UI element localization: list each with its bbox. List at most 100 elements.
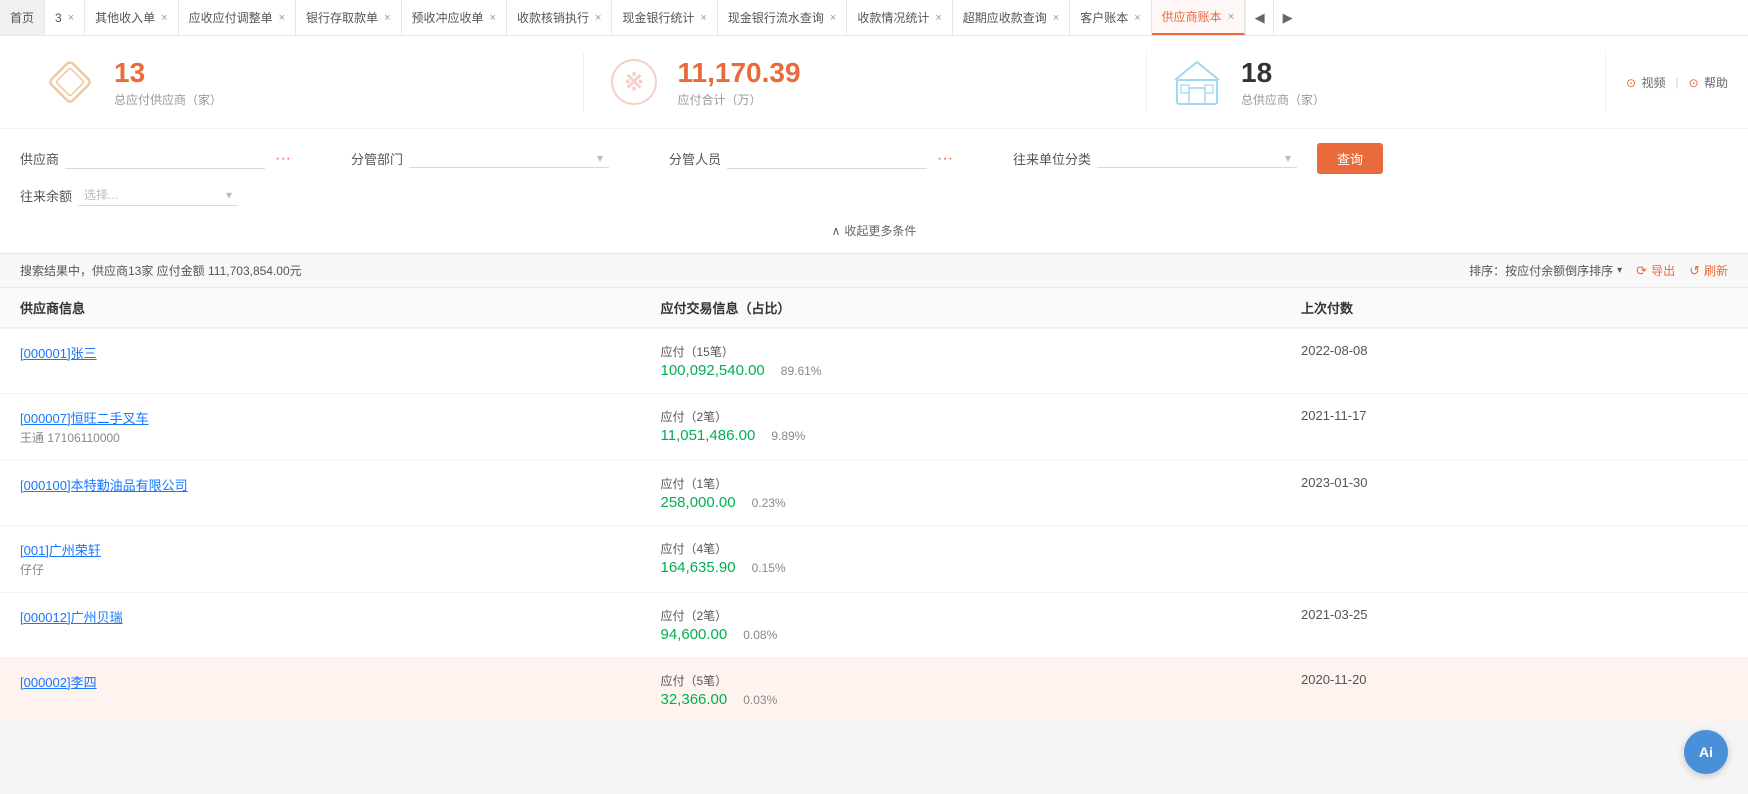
filter-supplier: 供应商 ··· <box>20 149 291 169</box>
table-row: [000007]恒旺二手叉车 王通 17106110000 应付（2笔） 11,… <box>0 394 1748 461</box>
filter-person: 分管人员 ··· <box>669 149 953 169</box>
refresh-icon: ↺ <box>1689 263 1700 279</box>
nav-tab-customer-ledger[interactable]: 客户账本 × <box>1070 0 1151 35</box>
asterisk-icon: ※ <box>604 52 664 112</box>
summary-total-suppliers: 18 总供应商（家） <box>1147 52 1606 112</box>
tx-amount[interactable]: 258,000.00 <box>661 494 736 511</box>
nav-tab-receipt-verify-close[interactable]: × <box>595 12 601 24</box>
supplier-link[interactable]: [001]广州荣轩 <box>20 543 101 558</box>
supplier-link[interactable]: [000012]广州贝瑞 <box>20 610 123 625</box>
nav-arrow-right[interactable]: ▶ <box>1273 0 1301 35</box>
nav-arrow-left[interactable]: ◀ <box>1245 0 1273 35</box>
nav-tab-overdue-ar[interactable]: 超期应收款查询 × <box>953 0 1070 35</box>
nav-tab-3-close[interactable]: × <box>68 12 74 24</box>
person-dots[interactable]: ··· <box>937 150 953 168</box>
query-button[interactable]: 查询 <box>1317 143 1383 174</box>
supplier-link[interactable]: [000002]李四 <box>20 675 97 690</box>
table-row: [000012]广州贝瑞 应付（2笔） 94,600.00 0.08% 2021… <box>0 593 1748 658</box>
tx-amount[interactable]: 94,600.00 <box>661 626 728 643</box>
nav-tab-other-income-close[interactable]: × <box>161 12 167 24</box>
tx-amount[interactable]: 100,092,540.00 <box>661 362 765 379</box>
nav-tab-prepay-charge[interactable]: 预收冲应收单 × <box>402 0 507 35</box>
last-pay-cell: 2023-01-30 <box>1301 475 1728 490</box>
col-tx-info: 应付交易信息（占比） <box>661 298 1302 317</box>
tx-cell: 应付（1笔） 258,000.00 0.23% <box>661 475 1302 511</box>
collapse-button[interactable]: ∧ 收起更多条件 <box>20 216 1728 245</box>
summary-total-suppliers-text: 18 总供应商（家） <box>1241 56 1325 109</box>
supplier-cell: [000002]李四 <box>20 672 661 691</box>
last-pay-cell: 2021-03-25 <box>1301 607 1728 622</box>
nav-tab-bank-deposit-close[interactable]: × <box>384 12 390 24</box>
top-nav: 首页 3 × 其他收入单 × 应收应付调整单 × 银行存取款单 × 预收冲应收单… <box>0 0 1748 36</box>
nav-tab-receipt-verify[interactable]: 收款核销执行 × <box>507 0 612 35</box>
help-link[interactable]: ⊙ 帮助 <box>1689 74 1728 91</box>
table-row: [001]广州荣轩 仔仔 应付（4笔） 164,635.90 0.15% <box>0 526 1748 593</box>
nav-tab-receipt-stat-close[interactable]: × <box>935 12 941 24</box>
filter-balance: 往来余额 选择... ▾ <box>20 184 238 206</box>
nav-tab-customer-ledger-close[interactable]: × <box>1134 12 1140 24</box>
supplier-input[interactable] <box>65 149 265 169</box>
summary-bar: 13 总应付供应商（家） ※ 11,170.39 应付合计（万） <box>0 36 1748 129</box>
person-input[interactable] <box>727 149 927 169</box>
nav-tab-receipt-stat[interactable]: 收款情况统计 × <box>847 0 952 35</box>
nav-tab-3[interactable]: 3 × <box>45 0 85 35</box>
nav-tab-ar-ap-adjust-close[interactable]: × <box>279 12 285 24</box>
supplier-link[interactable]: [000007]恒旺二手叉车 <box>20 411 149 426</box>
result-bar: 搜索结果中，供应商13家 应付金额 111,703,854.00元 排序：按应付… <box>0 254 1748 288</box>
export-icon: ⟳ <box>1636 263 1647 279</box>
supplier-cell: [000100]本特勤油品有限公司 <box>20 475 661 494</box>
col-last-pay: 上次付数 <box>1301 298 1728 317</box>
nav-tab-other-income[interactable]: 其他收入单 × <box>85 0 178 35</box>
summary-payable-suppliers: 13 总应付供应商（家） <box>20 52 584 112</box>
nav-tab-supplier-ledger-close[interactable]: × <box>1228 11 1234 23</box>
video-link[interactable]: ⊙ 视频 <box>1626 74 1665 91</box>
filter-row-1: 供应商 ··· 分管部门 ▾ 分管人员 ··· 往来单位分类 ▾ 查询 <box>20 143 1728 174</box>
nav-tab-cash-bank-stat-close[interactable]: × <box>700 12 706 24</box>
sort-select[interactable]: 排序：按应付余额倒序排序 ▾ <box>1469 262 1622 279</box>
table-header: 供应商信息 应付交易信息（占比） 上次付数 <box>0 288 1748 329</box>
diamond-icon <box>40 52 100 112</box>
balance-select[interactable]: 选择... ▾ <box>78 184 238 206</box>
nav-tab-overdue-ar-close[interactable]: × <box>1053 12 1059 24</box>
summary-payable-total: ※ 11,170.39 应付合计（万） <box>584 52 1148 112</box>
supplier-link[interactable]: [000001]张三 <box>20 346 97 361</box>
filter-dept: 分管部门 ▾ <box>351 149 609 168</box>
link-divider: | <box>1675 75 1678 89</box>
supplier-dots[interactable]: ··· <box>275 150 291 168</box>
last-pay-cell: 2022-08-08 <box>1301 343 1728 358</box>
table-row: [000001]张三 应付（15笔） 100,092,540.00 89.61%… <box>0 329 1748 394</box>
tx-amount[interactable]: 11,051,486.00 <box>661 427 756 444</box>
supplier-cell: [000007]恒旺二手叉车 王通 17106110000 <box>20 408 661 446</box>
svg-text:※: ※ <box>623 69 643 96</box>
filter-category: 往来单位分类 ▾ <box>1013 149 1297 168</box>
nav-tab-cash-bank-flow[interactable]: 现金银行流水查询 × <box>718 0 847 35</box>
supplier-cell: [000001]张三 <box>20 343 661 362</box>
nav-tab-prepay-charge-close[interactable]: × <box>490 12 496 24</box>
nav-tab-supplier-ledger[interactable]: 供应商账本 × <box>1152 0 1245 35</box>
table-area: 供应商信息 应付交易信息（占比） 上次付数 [000001]张三 应付（15笔）… <box>0 288 1748 723</box>
refresh-button[interactable]: ↺ 刷新 <box>1689 262 1728 279</box>
tx-amount[interactable]: 32,366.00 <box>661 691 728 708</box>
nav-tab-home[interactable]: 首页 <box>0 0 45 35</box>
ai-button[interactable]: Ai <box>1684 730 1728 774</box>
tx-cell: 应付（2笔） 11,051,486.00 9.89% <box>661 408 1302 444</box>
export-button[interactable]: ⟳ 导出 <box>1636 262 1675 279</box>
nav-tab-cash-bank-flow-close[interactable]: × <box>830 12 836 24</box>
tx-cell: 应付（2笔） 94,600.00 0.08% <box>661 607 1302 643</box>
supplier-cell: [001]广州荣轩 仔仔 <box>20 540 661 578</box>
nav-tab-bank-deposit[interactable]: 银行存取款单 × <box>296 0 401 35</box>
last-pay-cell: 2020-11-20 <box>1301 672 1728 687</box>
sort-arrow-icon: ▾ <box>1617 265 1622 276</box>
supplier-cell: [000012]广州贝瑞 <box>20 607 661 626</box>
tx-cell: 应付（5笔） 32,366.00 0.03% <box>661 672 1302 708</box>
supplier-link[interactable]: [000100]本特勤油品有限公司 <box>20 478 188 493</box>
nav-tab-cash-bank-stat[interactable]: 现金银行统计 × <box>612 0 717 35</box>
tx-amount[interactable]: 164,635.90 <box>661 559 736 576</box>
filter-area: 供应商 ··· 分管部门 ▾ 分管人员 ··· 往来单位分类 ▾ 查询 <box>0 129 1748 254</box>
table-row: [000100]本特勤油品有限公司 应付（1笔） 258,000.00 0.23… <box>0 461 1748 526</box>
category-select[interactable]: ▾ <box>1097 149 1297 168</box>
result-summary-text: 搜索结果中，供应商13家 应付金额 111,703,854.00元 <box>20 262 302 279</box>
nav-tab-ar-ap-adjust[interactable]: 应收应付调整单 × <box>179 0 296 35</box>
shop-icon <box>1167 52 1227 112</box>
dept-select[interactable]: ▾ <box>409 149 609 168</box>
